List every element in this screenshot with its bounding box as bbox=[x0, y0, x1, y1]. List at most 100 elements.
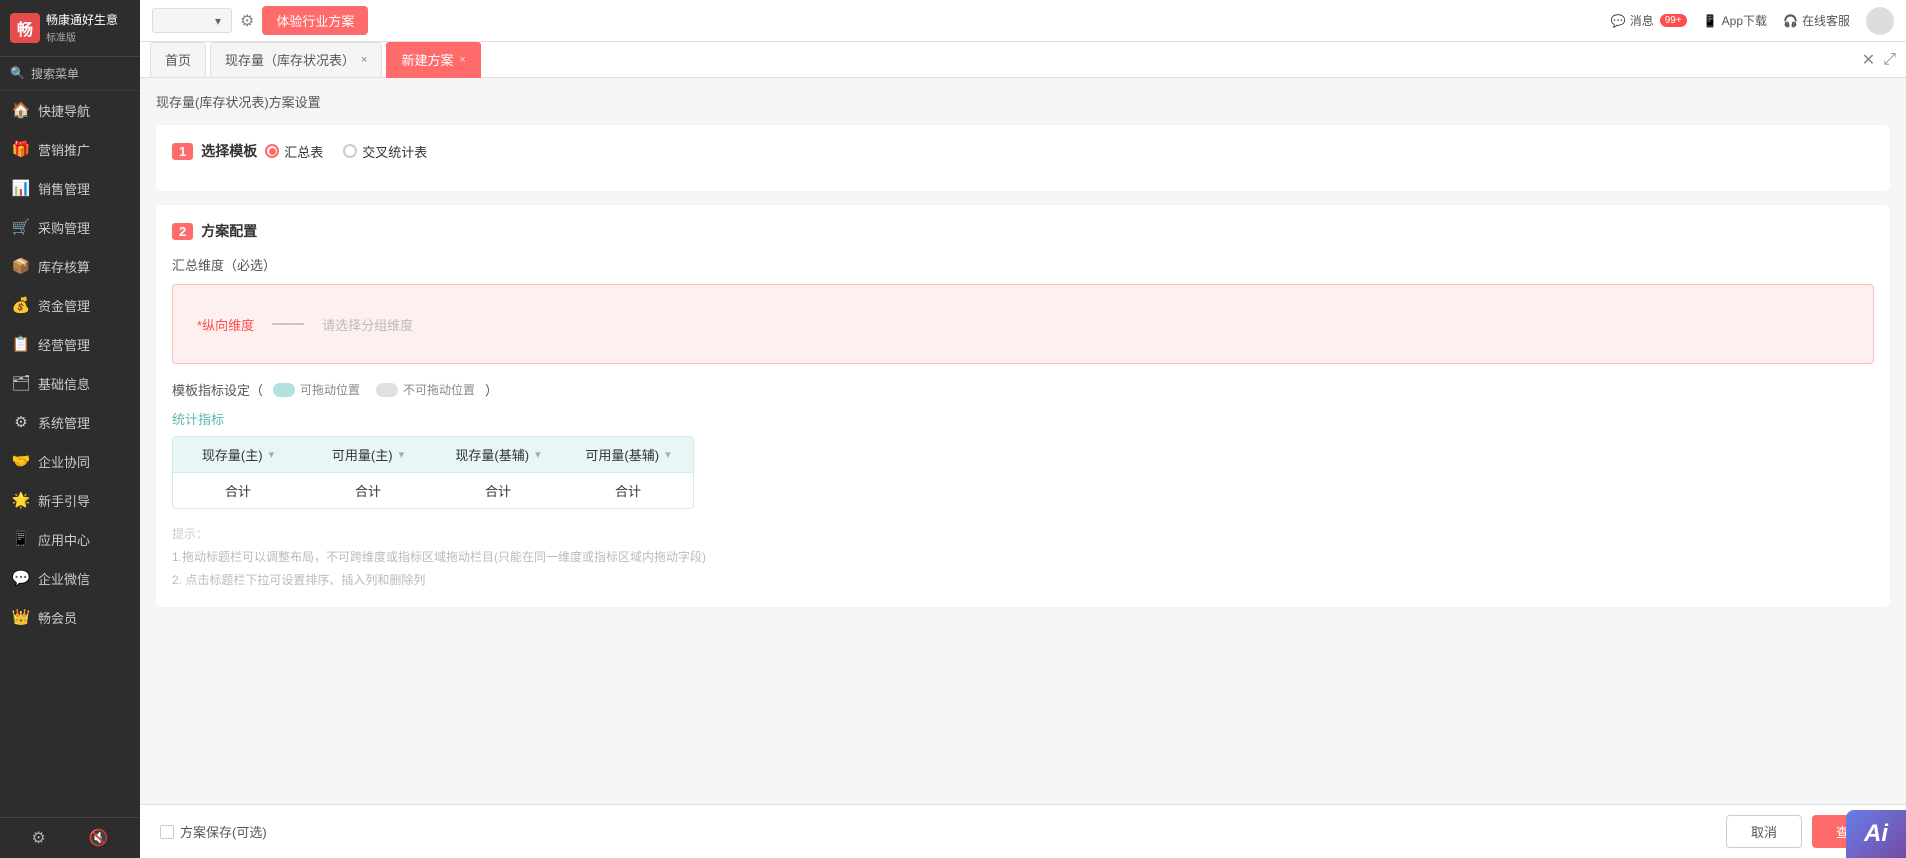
newcomer-label: 新手引导 bbox=[38, 491, 90, 510]
draggable-legend: 可拖动位置 bbox=[273, 381, 360, 398]
tip-item-1: 1.拖动标题栏可以调整布局，不可跨维度或指标区域拖动栏目(只能在同一维度或指标区… bbox=[172, 546, 1874, 569]
breadcrumb-text bbox=[163, 12, 211, 29]
step2-card: 2 方案配置 汇总维度（必选） *纵向维度 —— 请选择分组维度 模板指标设定（… bbox=[156, 205, 1890, 607]
indicator-settings-suffix: ） bbox=[485, 380, 498, 399]
col-arrow-aux-qty: ▾ bbox=[535, 448, 541, 461]
headset-icon: 🎧 bbox=[1783, 14, 1798, 28]
sidebar-item-marketing[interactable]: 🎁 营销推广 bbox=[0, 130, 140, 169]
tab-expand-button[interactable]: ⤢ bbox=[1883, 50, 1896, 70]
aggregate-label: 汇总维度（必选） bbox=[172, 255, 1874, 274]
tip-item-2: 2. 点击标题栏下拉可设置排序、插入列和删除列 bbox=[172, 569, 1874, 592]
app-name-block: 畅康通好生意 标准版 bbox=[46, 12, 118, 44]
sidebar-item-purchase[interactable]: 🛒 采购管理 bbox=[0, 208, 140, 247]
app-download-btn[interactable]: 📱 App下载 bbox=[1703, 12, 1767, 29]
sidebar-item-wechat[interactable]: 💬 企业微信 bbox=[0, 559, 140, 598]
enterprise-icon: 🤝 bbox=[12, 452, 30, 470]
draggable-legend-label: 可拖动位置 bbox=[300, 381, 360, 398]
sidebar-item-operations[interactable]: 📋 经营管理 bbox=[0, 325, 140, 364]
system-label: 系统管理 bbox=[38, 413, 90, 432]
tips-title: 提示： bbox=[172, 527, 208, 541]
step1-title: 选择模板 bbox=[201, 141, 257, 161]
non-draggable-legend: 不可拖动位置 bbox=[376, 381, 475, 398]
gear-icon[interactable]: ⚙ bbox=[240, 11, 254, 31]
tab-new-scheme-label: 新建方案 bbox=[401, 50, 453, 69]
sidebar-bottom: ⚙ 🔇 bbox=[0, 817, 140, 858]
sales-icon: 📊 bbox=[12, 179, 30, 197]
col-body-main-qty: 合计 bbox=[173, 473, 303, 508]
inventory-icon: 📦 bbox=[12, 257, 30, 275]
app-download-icon: 📱 bbox=[1703, 14, 1718, 28]
message-icon: 💬 bbox=[1611, 14, 1626, 28]
top-bar-left: ▾ ⚙ 体验行业方案 bbox=[152, 6, 1601, 35]
step2-title: 方案配置 bbox=[201, 221, 257, 241]
sound-icon[interactable]: 🔇 bbox=[89, 828, 109, 848]
search-icon: 🔍 bbox=[10, 66, 25, 80]
radio-summary-dot bbox=[265, 144, 279, 158]
radio-cross[interactable]: 交叉统计表 bbox=[343, 142, 427, 161]
col-header-main-avail[interactable]: 可用量(主)▾ bbox=[303, 437, 433, 473]
tab-home-label: 首页 bbox=[165, 50, 191, 69]
tab-inventory-status-close[interactable]: × bbox=[361, 54, 367, 66]
app-version: 标准版 bbox=[46, 29, 118, 44]
dimension-picker[interactable]: *纵向维度 —— 请选择分组维度 bbox=[172, 284, 1874, 364]
purchase-label: 采购管理 bbox=[38, 218, 90, 237]
col-header-aux-qty[interactable]: 现存量(基辅)▾ bbox=[433, 437, 563, 473]
col-label-main-qty: 现存量(主) bbox=[202, 445, 263, 464]
breadcrumb-arrow: ▾ bbox=[215, 14, 221, 28]
inventory-label: 库存核算 bbox=[38, 257, 90, 276]
save-option[interactable]: 方案保存(可选) bbox=[160, 822, 267, 841]
radio-cross-dot bbox=[343, 144, 357, 158]
sidebar-search[interactable]: 🔍 搜索菜单 bbox=[0, 57, 140, 91]
footer: 方案保存(可选) 取消 查询 bbox=[140, 804, 1906, 858]
sidebar: 畅 畅康通好生意 标准版 🔍 搜索菜单 🏠 快捷导航 🎁 营销推广 📊 销售管理… bbox=[0, 0, 140, 858]
col-header-main-qty[interactable]: 现存量(主)▾ bbox=[173, 437, 303, 473]
draggable-legend-box bbox=[273, 383, 295, 397]
col-arrow-aux-avail: ▾ bbox=[665, 448, 671, 461]
indicator-settings: 统计指标 现存量(主)▾可用量(主)▾现存量(基辅)▾可用量(基辅)▾ 合计合计… bbox=[172, 409, 1874, 509]
indicator-settings-label-text: 模板指标设定（ bbox=[172, 380, 263, 399]
sidebar-logo: 畅 畅康通好生意 标准版 bbox=[0, 0, 140, 57]
radio-summary[interactable]: 汇总表 bbox=[265, 142, 323, 161]
cancel-button[interactable]: 取消 bbox=[1726, 815, 1802, 848]
sidebar-item-app-center[interactable]: 📱 应用中心 bbox=[0, 520, 140, 559]
dimension-required-label: *纵向维度 bbox=[197, 315, 254, 334]
settings-icon[interactable]: ⚙ bbox=[31, 828, 45, 848]
tab-new-scheme-close[interactable]: × bbox=[459, 54, 465, 66]
trial-industry-button[interactable]: 体验行业方案 bbox=[262, 6, 368, 35]
save-checkbox[interactable] bbox=[160, 825, 174, 839]
tab-new-scheme[interactable]: 新建方案 × bbox=[386, 42, 480, 78]
step1-badge: 1 bbox=[172, 143, 193, 160]
sidebar-item-membership[interactable]: 👑 畅会员 bbox=[0, 598, 140, 637]
step2-badge: 2 bbox=[172, 223, 193, 240]
wechat-label: 企业微信 bbox=[38, 569, 90, 588]
sidebar-item-sales[interactable]: 📊 销售管理 bbox=[0, 169, 140, 208]
col-label-main-avail: 可用量(主) bbox=[332, 445, 393, 464]
app-logo-icon: 畅 bbox=[10, 13, 40, 43]
tab-close-button[interactable]: ✕ bbox=[1862, 50, 1875, 70]
col-body-aux-avail: 合计 bbox=[563, 473, 693, 508]
tab-inventory-status[interactable]: 现存量（库存状况表） × bbox=[210, 42, 382, 78]
stats-section-label: 统计指标 bbox=[172, 409, 1874, 428]
sidebar-item-inventory[interactable]: 📦 库存核算 bbox=[0, 247, 140, 286]
required-star: * bbox=[197, 318, 202, 333]
sidebar-item-basic-info[interactable]: 🗂 基础信息 bbox=[0, 364, 140, 403]
app-name: 畅康通好生意 bbox=[46, 12, 118, 29]
finance-icon: 💰 bbox=[12, 296, 30, 314]
sidebar-item-enterprise[interactable]: 🤝 企业协同 bbox=[0, 442, 140, 481]
stats-table-header: 现存量(主)▾可用量(主)▾现存量(基辅)▾可用量(基辅)▾ bbox=[173, 437, 693, 473]
ai-badge[interactable]: Ai bbox=[1846, 810, 1906, 858]
col-header-aux-avail[interactable]: 可用量(基辅)▾ bbox=[563, 437, 693, 473]
purchase-icon: 🛒 bbox=[12, 218, 30, 236]
sidebar-item-finance[interactable]: 💰 资金管理 bbox=[0, 286, 140, 325]
app-center-icon: 📱 bbox=[12, 530, 30, 548]
tab-home[interactable]: 首页 bbox=[150, 42, 206, 78]
user-avatar[interactable] bbox=[1866, 7, 1894, 35]
non-draggable-legend-box bbox=[376, 383, 398, 397]
message-btn[interactable]: 💬 消息 99+ bbox=[1611, 12, 1687, 29]
dimension-separator: —— bbox=[272, 315, 304, 333]
sidebar-item-system[interactable]: ⚙ 系统管理 bbox=[0, 403, 140, 442]
online-service-btn[interactable]: 🎧 在线客服 bbox=[1783, 12, 1850, 29]
sidebar-item-quick-nav[interactable]: 🏠 快捷导航 bbox=[0, 91, 140, 130]
sidebar-item-newcomer[interactable]: 🌟 新手引导 bbox=[0, 481, 140, 520]
operations-icon: 📋 bbox=[12, 335, 30, 353]
